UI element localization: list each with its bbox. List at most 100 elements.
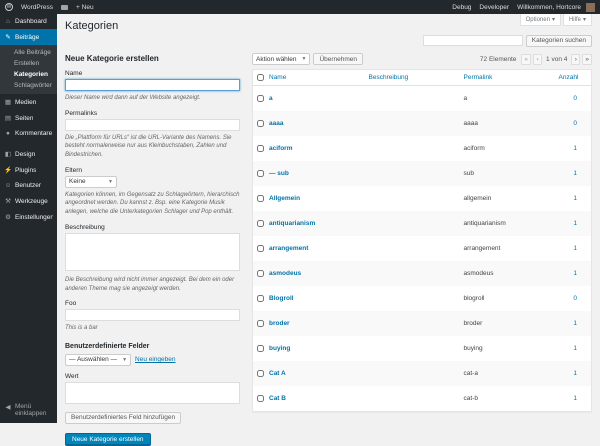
row-checkbox[interactable] [257,295,264,303]
debug-menu[interactable]: Debug [452,4,471,11]
bulk-action-select[interactable]: Aktion wählen ▼ [252,53,311,65]
sidebar-item-settings[interactable]: ⚙ Einstellungen [0,209,57,225]
category-name-link[interactable]: Blogroll [269,295,294,302]
category-name-link[interactable]: — sub [269,170,289,177]
category-count-link[interactable]: 1 [573,170,577,177]
column-header-permalink[interactable]: Permalink [460,69,556,87]
custom-field-value-textarea[interactable] [65,381,240,404]
category-name-link[interactable]: a [269,95,273,102]
category-count-link[interactable]: 0 [573,295,577,302]
category-name-link[interactable]: Allgemein [269,195,300,202]
parent-select[interactable]: Keine ▼ [65,175,117,188]
comments-icon: ● [6,130,10,137]
row-checkbox[interactable] [257,220,264,228]
sidebar-item-comments[interactable]: ● Kommentare [0,126,57,141]
column-header-name[interactable]: Name [266,69,366,87]
column-header-count[interactable]: Anzahl [555,69,592,87]
slug-input[interactable] [65,118,240,131]
sidebar-item-kategorien[interactable]: Kategorien [0,69,57,80]
chevron-down-icon: ▼ [122,356,128,363]
category-permalink: buying [463,345,483,353]
sidebar-item-users[interactable]: ☺ Benutzer [0,178,57,193]
category-name-link[interactable]: aciform [269,145,292,152]
categories-list: Aktion wählen ▼ Übernehmen 72 Elemente «… [252,51,592,413]
custom-field-select[interactable]: — Auswählen — ▼ [65,353,132,366]
category-name-link[interactable]: asmodeus [269,270,301,277]
sidebar-item-erstellen[interactable]: Erstellen [0,58,57,69]
category-count-link[interactable]: 1 [573,320,577,327]
category-name-link[interactable]: broder [269,320,290,327]
category-name-link[interactable]: arrangement [269,245,308,252]
enter-new-field-link[interactable]: Neu eingeben [135,356,175,363]
search-input[interactable] [422,35,523,46]
last-page-button[interactable]: » [582,53,592,65]
category-name-link[interactable]: aaaa [269,120,283,127]
sidebar-item-dashboard[interactable]: ⌂ Dashboard [0,14,57,29]
add-custom-field-button[interactable]: Benutzerdefiniertes Feld hinzufügen [65,411,182,424]
category-count-link[interactable]: 1 [573,270,577,277]
help-button[interactable]: Hilfe ▾ [562,14,592,26]
category-count-link[interactable]: 1 [573,395,577,402]
row-checkbox[interactable] [257,395,264,403]
sidebar-item-appearance[interactable]: ◧ Design [0,146,57,162]
developer-menu[interactable]: Developer [479,4,509,11]
description-help: Die Beschreibung wird nicht immer angeze… [65,276,235,292]
category-count-link[interactable]: 1 [573,220,577,227]
category-permalink: allgemein [463,195,492,203]
column-header-description[interactable]: Beschreibung [365,69,461,87]
row-checkbox[interactable] [257,120,264,128]
row-checkbox[interactable] [257,345,264,353]
first-page-button[interactable]: « [521,53,532,65]
add-category-submit-button[interactable]: Neue Kategorie erstellen [65,432,151,446]
category-name-link[interactable]: antiquarianism [269,220,315,227]
sidebar-item-label: Design [15,150,36,158]
chevron-down-icon: ▼ [108,178,113,185]
row-checkbox[interactable] [257,145,264,153]
next-page-button[interactable]: › [571,53,581,65]
category-count-link[interactable]: 1 [573,345,577,352]
sidebar-item-posts[interactable]: ✎ Beiträge [0,29,57,45]
tools-icon: ⚒ [5,198,11,205]
search-button[interactable]: Kategorien suchen [525,34,592,47]
row-checkbox[interactable] [257,170,264,178]
category-name-link[interactable]: Cat A [269,370,286,377]
category-name-link[interactable]: Cat B [269,395,286,402]
site-name-menu[interactable]: WordPress [21,4,53,11]
row-checkbox[interactable] [257,370,264,378]
sidebar-item-plugins[interactable]: ⚡ Plugins [0,162,57,178]
category-count-link[interactable]: 1 [573,245,577,252]
sidebar-item-pages[interactable]: ▤ Seiten [0,110,57,126]
row-checkbox[interactable] [257,95,264,103]
table-row: Cat B cat-b 1 [253,386,592,412]
help-label: Hilfe [568,16,581,23]
sidebar-item-tools[interactable]: ⚒ Werkzeuge [0,193,57,209]
table-row: antiquarianism antiquarianism 1 [252,211,592,237]
prev-page-button[interactable]: ‹ [533,53,543,65]
foo-input[interactable] [65,309,240,322]
select-all-checkbox[interactable] [257,74,264,81]
screen-options-button[interactable]: Optionen ▾ [519,14,561,26]
category-count-link[interactable]: 1 [573,145,577,152]
collapse-menu-button[interactable]: ◀ Menü einklappen [0,400,57,420]
wp-logo-menu[interactable]: W [5,3,13,11]
category-description [366,311,461,336]
sidebar-item-media[interactable]: ▦ Medien [0,94,57,110]
row-checkbox[interactable] [257,195,264,203]
category-count-link[interactable]: 0 [573,120,577,127]
row-checkbox[interactable] [257,270,264,278]
category-count-link[interactable]: 1 [573,195,577,202]
category-name-link[interactable]: buying [269,345,290,352]
sidebar-item-alle-beitraege[interactable]: Alle Beiträge [0,47,57,58]
comments-menu[interactable] [61,4,69,10]
description-textarea[interactable] [65,232,240,271]
category-count-link[interactable]: 1 [573,370,577,377]
row-checkbox[interactable] [257,245,264,253]
new-content-menu[interactable]: + Neu [76,4,94,11]
row-checkbox[interactable] [257,320,264,328]
category-count-link[interactable]: 0 [573,95,577,102]
sidebar-item-label: Dashboard [15,18,47,25]
apply-button[interactable]: Übernehmen [313,53,364,65]
sidebar-item-schlagwoerter[interactable]: Schlagwörter [0,80,57,91]
name-input[interactable] [65,79,240,91]
account-menu[interactable]: Willkommen, Hortcore [517,2,595,12]
